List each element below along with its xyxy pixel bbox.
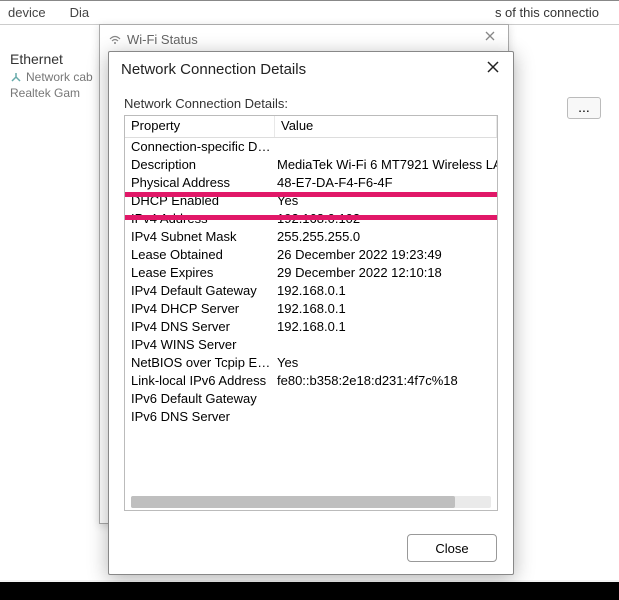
table-row[interactable]: IPv6 Default Gateway [125, 390, 497, 408]
toolbar-right-text: s of this connectio [495, 5, 599, 20]
table-row[interactable]: Physical Address48-E7-DA-F4-F6-4F [125, 174, 497, 192]
horizontal-scrollbar[interactable] [131, 496, 491, 508]
ncd-footer: Close [407, 534, 497, 562]
ncd-table-header: Property Value [125, 116, 497, 138]
ncd-table: Property Value Connection-specific DNS .… [124, 115, 498, 511]
table-row[interactable]: IPv6 DNS Server [125, 408, 497, 426]
value-cell: fe80::b358:2e18:d231:4f7c%18 [275, 372, 497, 390]
wifi-status-title: Wi-Fi Status [127, 32, 198, 47]
property-cell: Lease Expires [125, 264, 275, 282]
value-cell: Yes [275, 192, 497, 210]
property-cell: NetBIOS over Tcpip Enab... [125, 354, 275, 372]
toolbar-tab-device[interactable]: device [8, 5, 46, 20]
value-cell: Yes [275, 354, 497, 372]
property-cell: IPv6 DNS Server [125, 408, 275, 426]
value-cell: MediaTek Wi-Fi 6 MT7921 Wireless LAN C [275, 156, 497, 174]
ethernet-adapter-text: Realtek Gam [10, 85, 93, 101]
value-cell: 192.168.0.1 [275, 300, 497, 318]
property-cell: IPv6 Default Gateway [125, 390, 275, 408]
property-cell: Description [125, 156, 275, 174]
close-button[interactable]: Close [407, 534, 497, 562]
value-cell: 26 December 2022 19:23:49 [275, 246, 497, 264]
ncd-titlebar: Network Connection Details [109, 52, 513, 86]
value-cell: 192.168.0.1 [275, 318, 497, 336]
value-cell [275, 408, 497, 426]
table-row[interactable]: NetBIOS over Tcpip Enab...Yes [125, 354, 497, 372]
table-row[interactable]: IPv4 WINS Server [125, 336, 497, 354]
toolbar-tab-diagnose[interactable]: Dia [70, 5, 90, 20]
network-connection-details-window: Network Connection Details Network Conne… [108, 51, 514, 575]
table-row[interactable]: IPv4 Default Gateway192.168.0.1 [125, 282, 497, 300]
value-cell: 192.168.0.1 [275, 282, 497, 300]
property-cell: IPv4 Address [125, 210, 275, 228]
ethernet-title: Ethernet [10, 51, 93, 67]
ethernet-sidebar-item[interactable]: Ethernet Network cab Realtek Gam [10, 51, 93, 101]
table-row[interactable]: Lease Obtained26 December 2022 19:23:49 [125, 246, 497, 264]
wifi-icon [108, 31, 122, 48]
table-row[interactable]: Connection-specific DNS ... [125, 138, 497, 156]
ethernet-status-text: Network cab [26, 70, 93, 84]
property-cell: Lease Obtained [125, 246, 275, 264]
table-row[interactable]: Link-local IPv6 Addressfe80::b358:2e18:d… [125, 372, 497, 390]
property-cell: Physical Address [125, 174, 275, 192]
wifi-status-titlebar: Wi-Fi Status [100, 25, 508, 53]
value-cell: 29 December 2022 12:10:18 [275, 264, 497, 282]
property-cell: IPv4 DNS Server [125, 318, 275, 336]
property-cell: DHCP Enabled [125, 192, 275, 210]
wifi-status-close-button[interactable] [480, 29, 500, 49]
column-header-property[interactable]: Property [125, 116, 275, 137]
property-cell: Connection-specific DNS ... [125, 138, 275, 156]
table-row[interactable]: IPv4 Address192.168.0.102 [125, 210, 497, 228]
value-cell: 255.255.255.0 [275, 228, 497, 246]
table-row[interactable]: IPv4 DHCP Server192.168.0.1 [125, 300, 497, 318]
ncd-label: Network Connection Details: [124, 96, 498, 111]
table-row[interactable]: DHCP EnabledYes [125, 192, 497, 210]
ncd-rows-container: Connection-specific DNS ...DescriptionMe… [125, 138, 497, 426]
ncd-close-button[interactable] [481, 58, 505, 82]
table-row[interactable]: Lease Expires29 December 2022 12:10:18 [125, 264, 497, 282]
value-cell: 192.168.0.102 [275, 210, 497, 228]
bottom-black-bar [0, 582, 619, 600]
property-cell: IPv4 Default Gateway [125, 282, 275, 300]
background-toolbar: device Dia s of this connectio [0, 1, 619, 25]
value-cell [275, 390, 497, 408]
column-header-value[interactable]: Value [275, 116, 497, 137]
ncd-title: Network Connection Details [121, 61, 306, 78]
value-cell: 48-E7-DA-F4-F6-4F [275, 174, 497, 192]
network-adapter-icon [10, 71, 24, 85]
property-cell: IPv4 Subnet Mask [125, 228, 275, 246]
value-cell [275, 336, 497, 354]
property-cell: IPv4 DHCP Server [125, 300, 275, 318]
table-row[interactable]: DescriptionMediaTek Wi-Fi 6 MT7921 Wirel… [125, 156, 497, 174]
more-options-button[interactable]: ... [567, 97, 601, 119]
property-cell: IPv4 WINS Server [125, 336, 275, 354]
table-row[interactable]: IPv4 Subnet Mask255.255.255.0 [125, 228, 497, 246]
value-cell [275, 138, 497, 156]
property-cell: Link-local IPv6 Address [125, 372, 275, 390]
ncd-body: Network Connection Details: Property Val… [109, 86, 513, 511]
table-row[interactable]: IPv4 DNS Server192.168.0.1 [125, 318, 497, 336]
scrollbar-thumb[interactable] [131, 496, 455, 508]
